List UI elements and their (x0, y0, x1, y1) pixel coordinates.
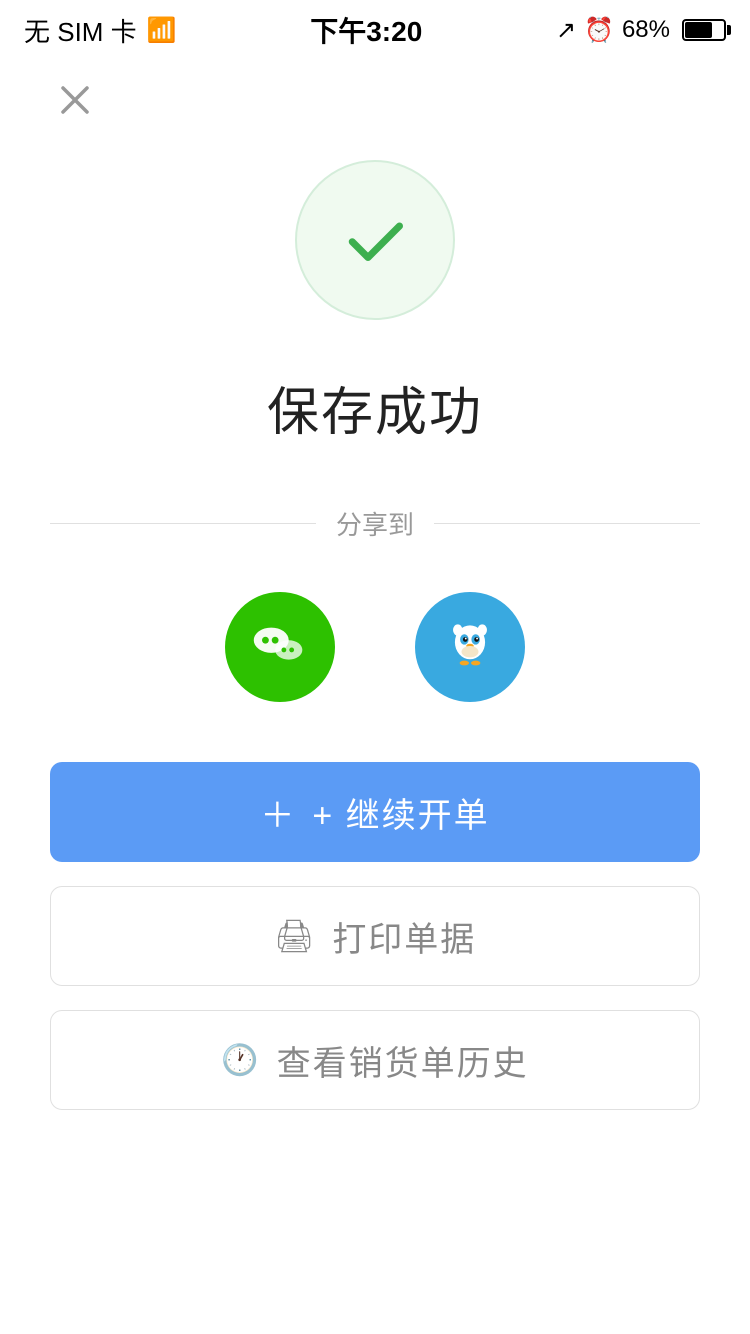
printer-icon: 🖨 (274, 917, 317, 955)
continue-button[interactable]: ＋ + 继续开单 (50, 762, 700, 862)
status-time: 下午3:20 (310, 10, 422, 50)
main-content: 保存成功 分享到 (0, 60, 750, 1110)
battery-icon (682, 19, 726, 41)
qq-icon (437, 614, 503, 680)
wechat-share-button[interactable] (225, 592, 335, 702)
status-bar: 无 SIM 卡 📶 下午3:20 ↗ ⏰ 68% (0, 0, 750, 60)
action-buttons: ＋ + 继续开单 🖨 打印单据 🕐 查看销货单历史 (0, 762, 750, 1110)
share-label: 分享到 (316, 505, 434, 542)
share-divider: 分享到 (0, 505, 750, 542)
history-label: 查看销货单历史 (277, 1036, 529, 1085)
print-label: 打印单据 (332, 912, 476, 961)
checkmark-icon (340, 205, 410, 275)
success-title: 保存成功 (267, 370, 483, 445)
qq-share-button[interactable] (415, 592, 525, 702)
divider-line-left (50, 523, 316, 524)
status-left: 无 SIM 卡 📶 (24, 12, 177, 49)
clock-icon: 🕐 (221, 1043, 260, 1078)
battery-percent: 68% (622, 16, 670, 44)
wechat-icon (246, 613, 314, 681)
continue-label: + 继续开单 (312, 788, 489, 837)
no-sim-label: 无 SIM 卡 (24, 12, 137, 49)
battery-fill (685, 22, 712, 38)
share-icons (225, 592, 525, 702)
close-icon (57, 82, 93, 118)
share-section: 分享到 (0, 505, 750, 702)
alarm-icon: ⏰ (584, 16, 614, 45)
print-button[interactable]: 🖨 打印单据 (50, 886, 700, 986)
status-right: ↗ ⏰ 68% (556, 16, 726, 45)
location-icon: ↗ (556, 16, 576, 45)
wifi-icon: 📶 (147, 16, 177, 45)
history-button[interactable]: 🕐 查看销货单历史 (50, 1010, 700, 1110)
plus-icon: ＋ (260, 788, 296, 837)
close-button[interactable] (50, 75, 100, 125)
divider-line-right (434, 523, 700, 524)
success-circle (295, 160, 455, 320)
